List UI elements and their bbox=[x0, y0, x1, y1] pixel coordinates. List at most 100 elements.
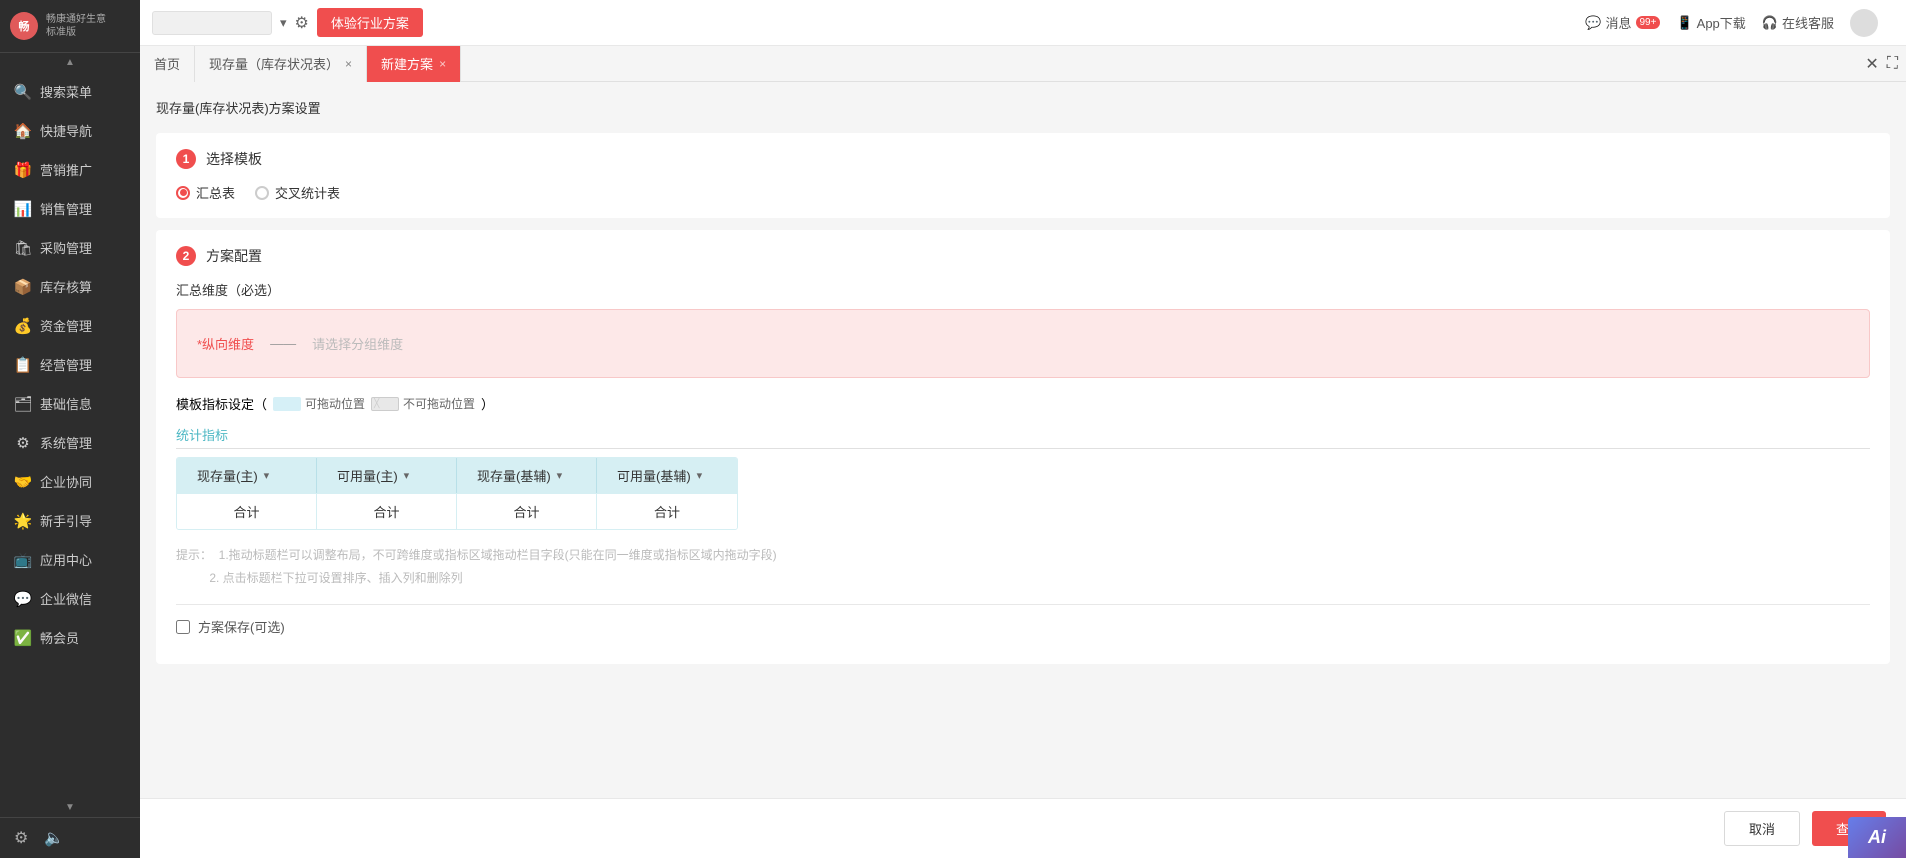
close-panel-icon[interactable]: ✕ bbox=[1865, 54, 1878, 74]
tab-inventory-label: 现存量（库存状况表） bbox=[209, 54, 339, 73]
dimension-dash: —— bbox=[270, 336, 296, 351]
industry-btn[interactable]: 体验行业方案 bbox=[317, 8, 423, 37]
sidebar-item-marketing[interactable]: 🎁 营销推广 bbox=[0, 150, 140, 189]
col-body-1: 合计 bbox=[317, 493, 457, 529]
radio-cross-label: 交叉统计表 bbox=[275, 183, 340, 202]
content-area: 现存量(库存状况表)方案设置 1 选择模板 汇总表 交叉统计表 2 bbox=[140, 82, 1906, 798]
col-header-1[interactable]: 可用量(主) ▾ bbox=[317, 458, 457, 493]
sidebar-item-system[interactable]: ⚙ 系统管理 bbox=[0, 423, 140, 462]
dimension-box[interactable]: *纵向维度 —— 请选择分组维度 bbox=[176, 309, 1870, 378]
msg-icon: 💬 bbox=[1585, 15, 1601, 31]
radio-group-template: 汇总表 交叉统计表 bbox=[176, 183, 1870, 202]
col-dropdown-3[interactable]: ▾ bbox=[697, 469, 703, 482]
sidebar-item-basic-info[interactable]: 🗂 基础信息 bbox=[0, 384, 140, 423]
sidebar-item-member[interactable]: ✅ 畅会员 bbox=[0, 618, 140, 657]
col-header-3[interactable]: 可用量(基辅) ▾ bbox=[597, 458, 737, 493]
topbar-right: 💬 消息 99+ 📱 App下载 🎧 在线客服 bbox=[1585, 9, 1894, 37]
section-1-num: 1 bbox=[176, 149, 196, 169]
radio-summary[interactable]: 汇总表 bbox=[176, 183, 235, 202]
tab-new-scheme-close[interactable]: × bbox=[439, 57, 446, 71]
sidebar-item-label: 经营管理 bbox=[40, 355, 92, 374]
service-btn[interactable]: 🎧 在线客服 bbox=[1762, 13, 1834, 32]
main-area: ▾ ⚙ 体验行业方案 💬 消息 99+ 📱 App下载 🎧 在线客服 首页 bbox=[140, 0, 1906, 858]
col-header-0[interactable]: 现存量(主) ▾ bbox=[177, 458, 317, 493]
sidebar-item-label: 系统管理 bbox=[40, 433, 92, 452]
col-label-3: 可用量(基辅) bbox=[617, 466, 691, 485]
radio-cross[interactable]: 交叉统计表 bbox=[255, 183, 340, 202]
radio-summary-label: 汇总表 bbox=[196, 183, 235, 202]
app-download-btn[interactable]: 📱 App下载 bbox=[1676, 13, 1745, 32]
section-2-card: 2 方案配置 汇总维度（必选） *纵向维度 —— 请选择分组维度 模板指标设定（… bbox=[156, 230, 1890, 664]
sidebar-item-purchase[interactable]: 🛍 采购管理 bbox=[0, 228, 140, 267]
service-label: 在线客服 bbox=[1782, 13, 1834, 32]
star-icon: 🌟 bbox=[14, 512, 32, 530]
sidebar: 畅 畅康通好生意 标准版 ▲ 🔍 搜索菜单 🏠 快捷导航 🎁 营销推广 📊 销售… bbox=[0, 0, 140, 858]
radio-cross-circle bbox=[255, 186, 269, 200]
draggable-hint-label: 可拖动位置 bbox=[305, 395, 365, 412]
sidebar-scroll-up[interactable]: ▲ bbox=[0, 53, 140, 72]
gift-icon: 🎁 bbox=[14, 161, 32, 179]
tips-box: 提示： 1.拖动标题栏可以调整布局，不可跨维度或指标区域拖动栏目字段(只能在同一… bbox=[176, 546, 1870, 588]
msg-label: 消息 bbox=[1605, 13, 1631, 32]
stats-body-row: 合计 合计 合计 合计 bbox=[177, 493, 737, 529]
sidebar-item-wechat[interactable]: 💬 企业微信 bbox=[0, 579, 140, 618]
col-dropdown-0[interactable]: ▾ bbox=[264, 469, 270, 482]
dimension-placeholder: 请选择分组维度 bbox=[312, 334, 403, 353]
sidebar-scroll-down[interactable]: ▼ bbox=[0, 798, 140, 817]
tab-home[interactable]: 首页 bbox=[140, 46, 195, 82]
sidebar-item-finance[interactable]: 💰 资金管理 bbox=[0, 306, 140, 345]
phone-icon: 📱 bbox=[1676, 15, 1692, 31]
section-1-header: 1 选择模板 bbox=[176, 149, 1870, 169]
summary-dim-label: 汇总维度（必选） bbox=[176, 280, 1870, 299]
nodrag-hint-box bbox=[371, 397, 399, 411]
chart-icon: 📊 bbox=[14, 200, 32, 218]
indicator-label-text: 模板指标设定（ bbox=[176, 394, 267, 413]
tabs-right: ✕ ⛶ bbox=[1865, 54, 1906, 74]
msg-btn[interactable]: 💬 消息 99+ bbox=[1585, 13, 1660, 32]
settings-footer-icon[interactable]: ⚙ bbox=[14, 828, 28, 848]
tab-inventory-close[interactable]: × bbox=[345, 57, 352, 71]
ai-badge: Ai bbox=[1848, 817, 1906, 858]
col-header-2[interactable]: 现存量(基辅) ▾ bbox=[457, 458, 597, 493]
tab-new-scheme[interactable]: 新建方案 × bbox=[367, 46, 461, 82]
nodrag-hint-label: 不可拖动位置 bbox=[403, 395, 475, 412]
sidebar-item-inventory[interactable]: 📦 库存核算 bbox=[0, 267, 140, 306]
dropdown-icon[interactable]: ▾ bbox=[280, 15, 287, 31]
dimension-row: *纵向维度 —— 请选择分组维度 bbox=[197, 334, 1849, 353]
col-body-0: 合计 bbox=[177, 493, 317, 529]
tab-inventory[interactable]: 现存量（库存状况表） × bbox=[195, 46, 367, 82]
headset-icon: 🎧 bbox=[1762, 15, 1778, 31]
expand-icon[interactable]: ⛶ bbox=[1887, 55, 1898, 73]
section-1-card: 1 选择模板 汇总表 交叉统计表 bbox=[156, 133, 1890, 218]
col-dropdown-1[interactable]: ▾ bbox=[404, 469, 410, 482]
sidebar-item-sales[interactable]: 📊 销售管理 bbox=[0, 189, 140, 228]
box-icon: 📦 bbox=[14, 278, 32, 296]
sidebar-item-quicknav[interactable]: 🏠 快捷导航 bbox=[0, 111, 140, 150]
sidebar-item-apps[interactable]: 📺 应用中心 bbox=[0, 540, 140, 579]
sidebar-item-search[interactable]: 🔍 搜索菜单 bbox=[0, 72, 140, 111]
col-body-2: 合计 bbox=[457, 493, 597, 529]
handshake-icon: 🤝 bbox=[14, 473, 32, 491]
col-body-3: 合计 bbox=[597, 493, 737, 529]
sidebar-footer: ⚙ 🔈 bbox=[0, 817, 140, 858]
cancel-button[interactable]: 取消 bbox=[1724, 811, 1800, 846]
stats-title: 统计指标 bbox=[176, 425, 1870, 449]
save-option: 方案保存(可选) bbox=[176, 604, 1870, 648]
topbar: ▾ ⚙ 体验行业方案 💬 消息 99+ 📱 App下载 🎧 在线客服 bbox=[140, 0, 1906, 46]
sidebar-item-operations[interactable]: 📋 经营管理 bbox=[0, 345, 140, 384]
search-input[interactable] bbox=[152, 11, 272, 35]
section-1-title: 选择模板 bbox=[206, 149, 262, 169]
topbar-gear-icon[interactable]: ⚙ bbox=[295, 13, 309, 33]
sidebar-item-label: 资金管理 bbox=[40, 316, 92, 335]
money-icon: 💰 bbox=[14, 317, 32, 335]
sidebar-item-collab[interactable]: 🤝 企业协同 bbox=[0, 462, 140, 501]
msg-badge: 99+ bbox=[1636, 16, 1661, 29]
audio-footer-icon[interactable]: 🔈 bbox=[44, 828, 64, 848]
avatar[interactable] bbox=[1850, 9, 1878, 37]
logo-icon: 畅 bbox=[10, 12, 38, 40]
sidebar-item-label: 采购管理 bbox=[40, 238, 92, 257]
sidebar-item-guide[interactable]: 🌟 新手引导 bbox=[0, 501, 140, 540]
col-dropdown-2[interactable]: ▾ bbox=[557, 469, 563, 482]
draggable-hint-box bbox=[273, 397, 301, 411]
save-checkbox[interactable] bbox=[176, 620, 190, 634]
